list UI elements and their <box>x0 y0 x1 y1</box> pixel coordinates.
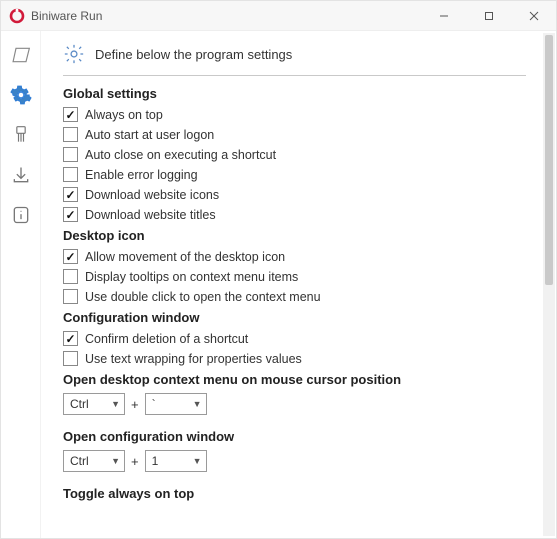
chevron-down-icon: ▼ <box>193 399 202 409</box>
app-window: Biniware Run <box>0 0 557 539</box>
opt-double-click[interactable]: Use double click to open the context men… <box>63 289 526 304</box>
window-body: Define below the program settings Global… <box>1 31 556 538</box>
sidebar <box>1 31 41 538</box>
section-global-title: Global settings <box>63 86 526 101</box>
section-hotkey3-title-cut: Toggle always on top <box>63 486 526 501</box>
section-hotkey1-title: Open desktop context menu on mouse curso… <box>63 372 526 387</box>
checkbox-icon <box>63 249 78 264</box>
settings-scroll-area: Define below the program settings Global… <box>41 31 544 538</box>
vertical-scrollbar[interactable] <box>543 33 555 536</box>
settings-subtitle: Define below the program settings <box>95 47 292 62</box>
chevron-down-icon: ▼ <box>193 456 202 466</box>
hotkey2-row: Ctrl ▼ + 1 ▼ <box>63 450 526 472</box>
section-config-window-title: Configuration window <box>63 310 526 325</box>
settings-header: Define below the program settings <box>63 39 526 73</box>
nav-settings-icon[interactable] <box>5 79 37 111</box>
nav-appearance-icon[interactable] <box>5 119 37 151</box>
app-logo-icon <box>9 8 25 24</box>
section-desktop-icon-title: Desktop icon <box>63 228 526 243</box>
nav-about-icon[interactable] <box>5 199 37 231</box>
checkbox-icon <box>63 187 78 202</box>
opt-text-wrap[interactable]: Use text wrapping for properties values <box>63 351 526 366</box>
opt-download-titles[interactable]: Download website titles <box>63 207 526 222</box>
divider <box>63 75 526 76</box>
plus-separator: + <box>131 454 139 469</box>
close-button[interactable] <box>511 1 556 31</box>
minimize-button[interactable] <box>421 1 466 31</box>
main-panel: Define below the program settings Global… <box>41 31 556 538</box>
checkbox-icon <box>63 147 78 162</box>
opt-auto-close[interactable]: Auto close on executing a shortcut <box>63 147 526 162</box>
opt-auto-start[interactable]: Auto start at user logon <box>63 127 526 142</box>
chevron-down-icon: ▼ <box>111 399 120 409</box>
opt-always-on-top[interactable]: Always on top <box>63 107 526 122</box>
opt-download-icons[interactable]: Download website icons <box>63 187 526 202</box>
checkbox-icon <box>63 127 78 142</box>
checkbox-icon <box>63 207 78 222</box>
opt-tooltips[interactable]: Display tooltips on context menu items <box>63 269 526 284</box>
hotkey2-key-select[interactable]: 1 ▼ <box>145 450 207 472</box>
window-title: Biniware Run <box>31 9 102 23</box>
nav-import-icon[interactable] <box>5 159 37 191</box>
title-bar: Biniware Run <box>1 1 556 31</box>
checkbox-icon <box>63 351 78 366</box>
hotkey2-modifier-select[interactable]: Ctrl ▼ <box>63 450 125 472</box>
opt-error-logging[interactable]: Enable error logging <box>63 167 526 182</box>
section-hotkey2-title: Open configuration window <box>63 429 526 444</box>
opt-confirm-delete[interactable]: Confirm deletion of a shortcut <box>63 331 526 346</box>
checkbox-icon <box>63 107 78 122</box>
hotkey1-key-select[interactable]: ` ▼ <box>145 393 207 415</box>
nav-general-icon[interactable] <box>5 39 37 71</box>
checkbox-icon <box>63 167 78 182</box>
hotkey1-row: Ctrl ▼ + ` ▼ <box>63 393 526 415</box>
plus-separator: + <box>131 397 139 412</box>
scrollbar-thumb[interactable] <box>545 35 553 285</box>
chevron-down-icon: ▼ <box>111 456 120 466</box>
hotkey1-modifier-select[interactable]: Ctrl ▼ <box>63 393 125 415</box>
checkbox-icon <box>63 331 78 346</box>
checkbox-icon <box>63 289 78 304</box>
gear-icon <box>63 43 85 65</box>
maximize-button[interactable] <box>466 1 511 31</box>
opt-allow-move[interactable]: Allow movement of the desktop icon <box>63 249 526 264</box>
checkbox-icon <box>63 269 78 284</box>
